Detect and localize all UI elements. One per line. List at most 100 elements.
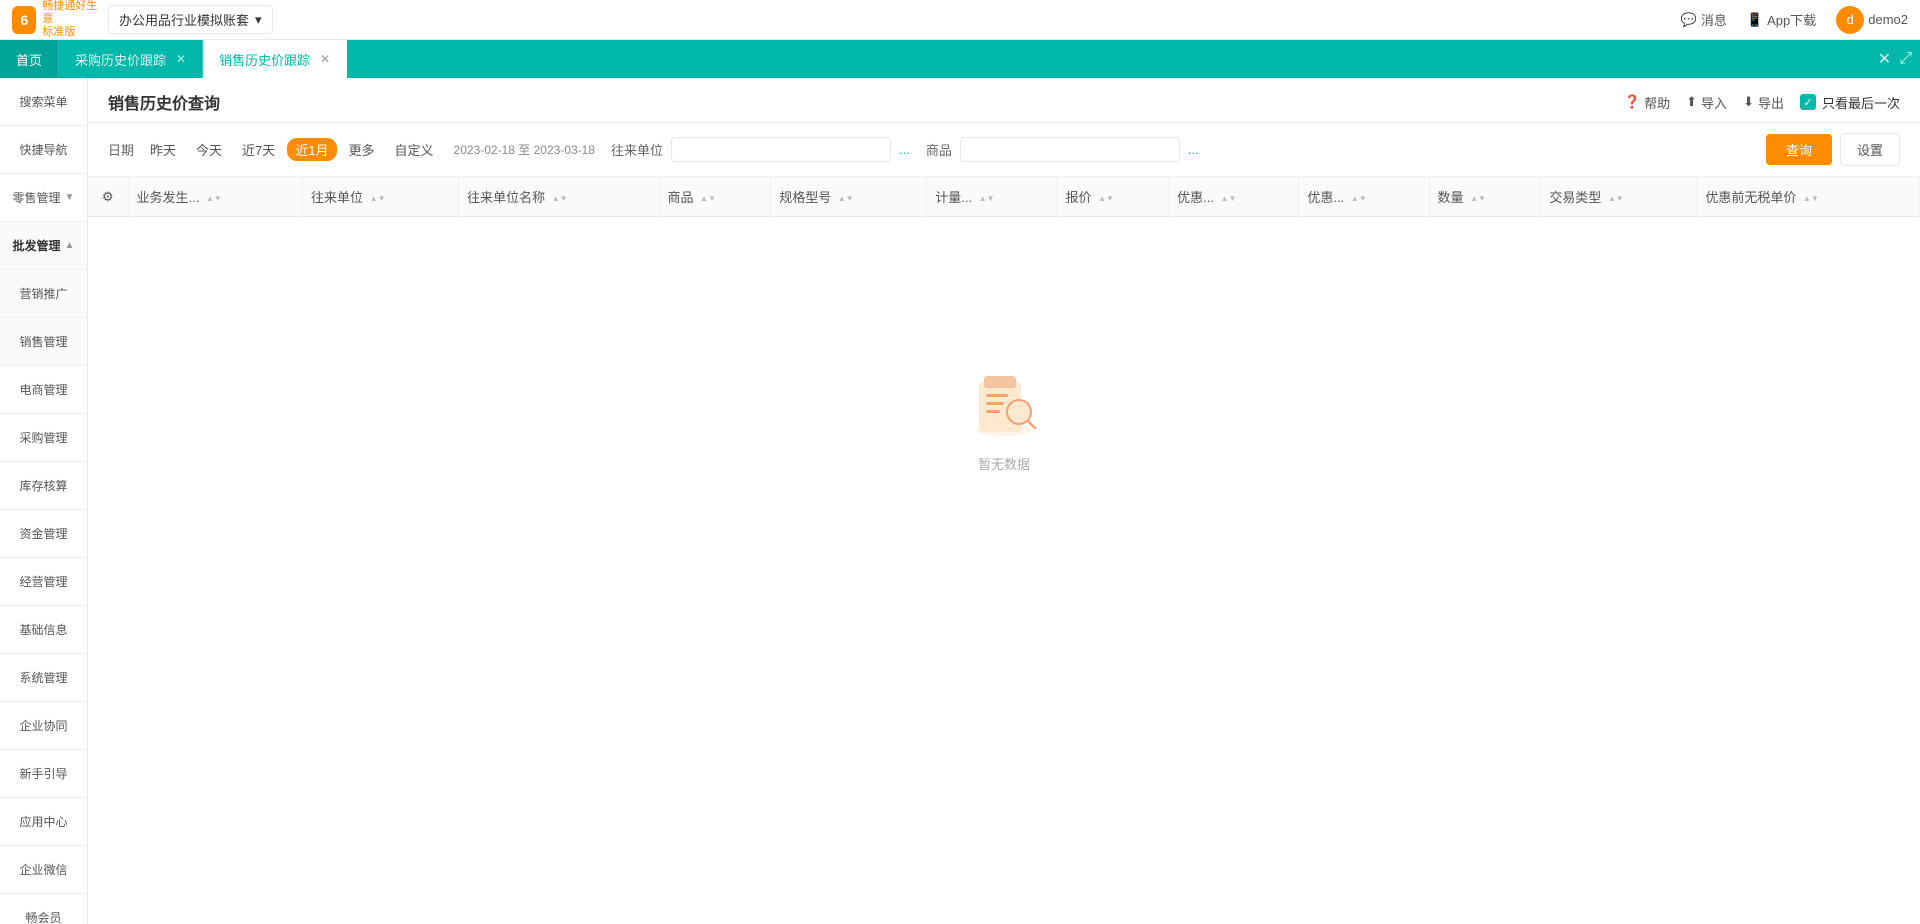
- col-partner-name[interactable]: 往来单位名称 ▲▼: [459, 177, 659, 217]
- sidebar-item-purchase-mgmt[interactable]: 采购管理: [0, 414, 87, 462]
- sidebar-item-enterprise-wechat[interactable]: 企业微信: [0, 846, 87, 894]
- empty-state: 暂无数据: [88, 217, 1920, 617]
- message-button[interactable]: 💬 消息: [1681, 10, 1727, 29]
- close-window-button[interactable]: ✕: [1878, 49, 1891, 69]
- sys-mgmt-label: 系统管理: [19, 669, 67, 686]
- sidebar-item-finance-mgmt[interactable]: 资金管理: [0, 510, 87, 558]
- date-opt-today[interactable]: 今天: [188, 138, 230, 161]
- sidebar-item-member[interactable]: 畅会员: [0, 894, 87, 924]
- basic-info-label: 基础信息: [19, 621, 67, 638]
- date-opt-custom[interactable]: 自定义: [387, 138, 442, 161]
- goods-input[interactable]: [960, 137, 1180, 162]
- sort-icon: ▲▼: [552, 194, 568, 203]
- maximize-window-button[interactable]: ⤢: [1899, 50, 1912, 68]
- sort-icon: ▲▼: [370, 194, 386, 203]
- app-download-button[interactable]: 📱 App下载: [1747, 10, 1816, 29]
- col-quote[interactable]: 报价 ▲▼: [1057, 177, 1169, 217]
- col-trade-type[interactable]: 交易类型 ▲▼: [1541, 177, 1697, 217]
- col-spec[interactable]: 规格型号 ▲▼: [771, 177, 927, 217]
- enterprise-collab-label: 企业协同: [19, 717, 67, 734]
- table-header-row: ⚙ 业务发生... ▲▼ 往来单位 ▲▼ 往来单位名称: [88, 177, 1920, 217]
- sidebar-item-sales-promo[interactable]: 营销推广: [0, 270, 87, 318]
- sidebar-item-ecom-mgmt[interactable]: 电商管理: [0, 366, 87, 414]
- question-icon: ❓: [1624, 94, 1640, 110]
- sort-icon: ▲▼: [979, 194, 995, 203]
- partner-select-button[interactable]: ...: [899, 142, 910, 157]
- sidebar-item-enterprise-collab[interactable]: 企业协同: [0, 702, 87, 750]
- close-sales-tab-icon[interactable]: ✕: [320, 52, 330, 66]
- table-container: ⚙ 业务发生... ▲▼ 往来单位 ▲▼ 往来单位名称: [88, 177, 1920, 924]
- top-bar: 6 畅捷通好生意 标准版 办公用品行业模拟账套 ▾ 💬 消息 📱 App下载 d…: [0, 0, 1920, 40]
- partner-label: 往来单位: [611, 140, 663, 159]
- col-pretax-price[interactable]: 优惠前无税单价 ▲▼: [1697, 177, 1920, 217]
- sidebar-item-app-center[interactable]: 应用中心: [0, 798, 87, 846]
- sidebar-item-basic-info[interactable]: 基础信息: [0, 606, 87, 654]
- gear-icon[interactable]: ⚙: [102, 189, 114, 204]
- new-guide-label: 新手引导: [19, 765, 67, 782]
- filter-actions: 查询 设置: [1766, 133, 1900, 166]
- tab-purchase-history[interactable]: 采购历史价跟踪 ✕: [59, 40, 203, 78]
- sidebar-item-new-guide[interactable]: 新手引导: [0, 750, 87, 798]
- tab-bar-actions: ✕ ⤢: [1878, 49, 1920, 69]
- col-discount2[interactable]: 优惠... ▲▼: [1299, 177, 1429, 217]
- col-settings[interactable]: ⚙: [88, 177, 128, 217]
- sidebar-item-inventory[interactable]: 库存核算: [0, 462, 87, 510]
- logo: 6 畅捷通好生意 标准版: [12, 0, 100, 39]
- sidebar-item-wholesale-mgmt[interactable]: 批发管理 ▲: [0, 222, 87, 270]
- sidebar-item-retail-mgmt[interactable]: 零售管理 ▼: [0, 174, 87, 222]
- page-title: 销售历史价查询: [108, 90, 220, 114]
- date-opt-more[interactable]: 更多: [341, 138, 383, 161]
- col-partner-code[interactable]: 往来单位 ▲▼: [303, 177, 459, 217]
- sort-icon: ▲▼: [1221, 194, 1237, 203]
- logo-text: 畅捷通好生意 标准版: [42, 0, 100, 39]
- chevron-down-icon: ▼: [65, 192, 75, 203]
- col-qty[interactable]: 数量 ▲▼: [1429, 177, 1541, 217]
- company-selector[interactable]: 办公用品行业模拟账套 ▾: [108, 5, 273, 34]
- close-purchase-tab-icon[interactable]: ✕: [176, 52, 186, 66]
- sales-history-label: 销售历史价跟踪: [219, 50, 310, 69]
- col-discount1[interactable]: 优惠... ▲▼: [1169, 177, 1299, 217]
- help-button[interactable]: ❓ 帮助: [1624, 93, 1670, 112]
- only-last-toggle[interactable]: ✓ 只看最后一次: [1800, 93, 1900, 112]
- goods-select-button[interactable]: ...: [1188, 142, 1199, 157]
- sidebar-item-sys-mgmt[interactable]: 系统管理: [0, 654, 87, 702]
- home-tab-label: 首页: [16, 50, 42, 69]
- col-unit[interactable]: 计量... ▲▼: [927, 177, 1057, 217]
- date-label: 日期: [108, 140, 134, 159]
- search-menu-label: 搜索菜单: [19, 93, 67, 110]
- date-opt-7days[interactable]: 近7天: [234, 138, 283, 161]
- col-biz-date[interactable]: 业务发生... ▲▼: [128, 177, 303, 217]
- avatar: d: [1836, 6, 1864, 34]
- col-goods[interactable]: 商品 ▲▼: [659, 177, 771, 217]
- only-last-checkbox[interactable]: ✓: [1800, 94, 1816, 110]
- sidebar-item-ops-mgmt[interactable]: 经营管理: [0, 558, 87, 606]
- goods-label: 商品: [926, 140, 952, 159]
- date-range-text: 2023-02-18 至 2023-03-18: [454, 141, 595, 158]
- sidebar-item-search-menu[interactable]: 搜索菜单: [0, 78, 87, 126]
- user-profile[interactable]: d demo2: [1836, 6, 1908, 34]
- purchase-history-label: 采购历史价跟踪: [75, 50, 166, 69]
- date-opt-yesterday[interactable]: 昨天: [142, 138, 184, 161]
- export-button[interactable]: ⬇ 导出: [1743, 93, 1784, 112]
- tab-home[interactable]: 首页: [0, 40, 59, 78]
- phone-icon: 📱: [1747, 12, 1763, 28]
- tab-sales-history[interactable]: 销售历史价跟踪 ✕: [203, 40, 347, 78]
- sales-mgmt-label: 销售管理: [19, 333, 67, 350]
- setting-button[interactable]: 设置: [1840, 133, 1900, 166]
- sort-icon: ▲▼: [1351, 194, 1367, 203]
- date-opt-1month[interactable]: 近1月: [287, 138, 336, 161]
- purchase-mgmt-label: 采购管理: [19, 429, 67, 446]
- partner-input[interactable]: [671, 137, 891, 162]
- query-button[interactable]: 查询: [1766, 134, 1832, 165]
- sidebar-item-shortcut-nav[interactable]: 快捷导航: [0, 126, 87, 174]
- sidebar-item-sales-mgmt[interactable]: 销售管理: [0, 318, 87, 366]
- logo-icon: 6: [12, 6, 36, 34]
- sort-icon: ▲▼: [1098, 194, 1114, 203]
- chevron-up-icon: ▲: [65, 240, 75, 251]
- content-area: 销售历史价查询 ❓ 帮助 ⬆ 导入 ⬇ 导出 ✓: [88, 78, 1920, 924]
- sort-icon: ▲▼: [1608, 194, 1624, 203]
- page-header-actions: ❓ 帮助 ⬆ 导入 ⬇ 导出 ✓ 只看最后一次: [1624, 93, 1900, 112]
- sort-icon: ▲▼: [1470, 194, 1486, 203]
- enterprise-wechat-label: 企业微信: [19, 861, 67, 878]
- import-button[interactable]: ⬆ 导入: [1686, 93, 1727, 112]
